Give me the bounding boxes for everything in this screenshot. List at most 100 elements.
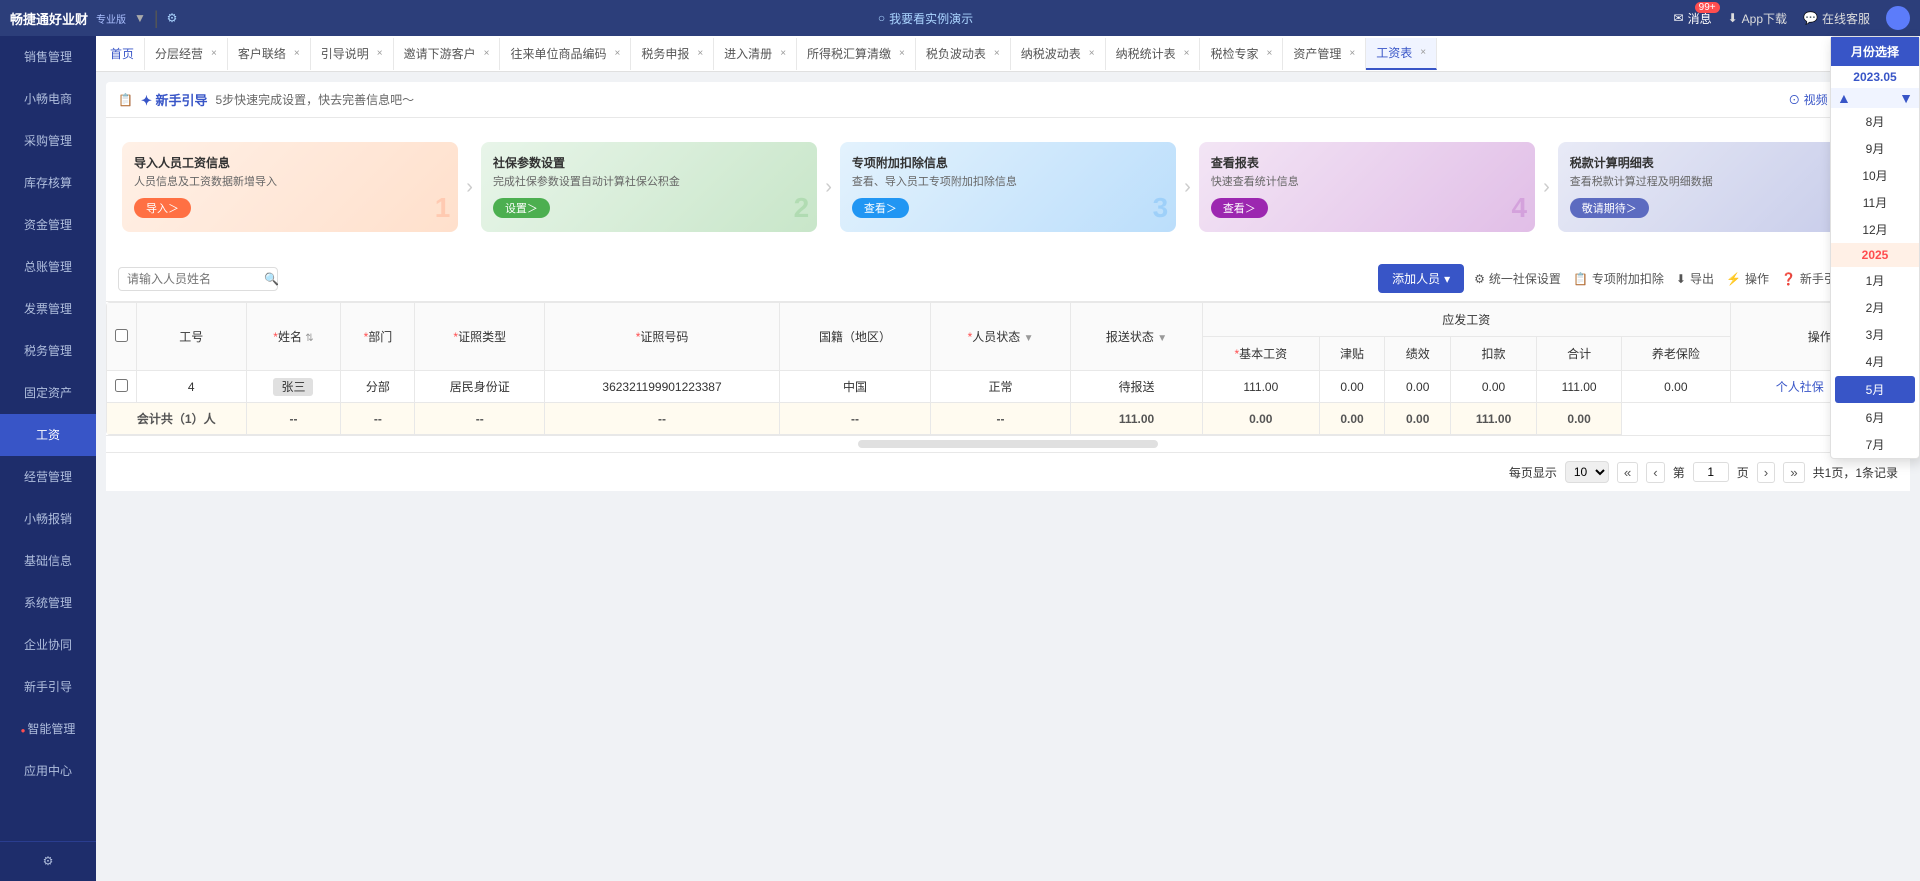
sidebar-item-system[interactable]: 系统管理: [0, 582, 96, 624]
step-btn-1[interactable]: 导入＞: [134, 198, 191, 218]
online-service-button[interactable]: 💬 在线客服: [1803, 10, 1870, 27]
tab-home[interactable]: 首页: [100, 38, 145, 70]
toolbar-action-operation[interactable]: ⚡ 操作: [1726, 270, 1769, 287]
step-btn-4[interactable]: 查看＞: [1211, 198, 1268, 218]
tab-close-icon[interactable]: ×: [294, 48, 300, 59]
page-input[interactable]: [1693, 462, 1729, 482]
page-first-button[interactable]: «: [1617, 462, 1638, 483]
sidebar-item-inventory[interactable]: 库存核算: [0, 162, 96, 204]
sidebar-item-ledger[interactable]: 总账管理: [0, 246, 96, 288]
step-btn-2[interactable]: 设置＞: [493, 198, 550, 218]
month-item-2月[interactable]: 2月: [1831, 294, 1919, 321]
tab-邀请下游客户[interactable]: 邀请下游客户×: [394, 38, 501, 70]
tab-往来单位商品编码[interactable]: 往来单位商品编码×: [500, 38, 631, 70]
tab-close-icon[interactable]: ×: [1420, 47, 1426, 58]
month-item-9月[interactable]: 9月: [1831, 135, 1919, 162]
month-item-2025[interactable]: 2025: [1831, 243, 1919, 267]
toolbar: 🔍 添加人员 ▾ ⚙ 统一社保设置📋 专项附加扣除⬇ 导出⚡ 操作❓ 新手引导↻…: [106, 256, 1910, 302]
demo-button[interactable]: 我要看实例演示: [889, 10, 973, 27]
sidebar-item-funds[interactable]: 资金管理: [0, 204, 96, 246]
add-employee-button[interactable]: 添加人员 ▾: [1378, 264, 1464, 293]
sidebar-item-report[interactable]: 小畅报销: [0, 498, 96, 540]
sidebar-item-assets[interactable]: 固定资产: [0, 372, 96, 414]
sidebar-item-basic[interactable]: 基础信息: [0, 540, 96, 582]
sidebar-item-sales[interactable]: 销售管理: [0, 36, 96, 78]
sidebar-item-tax[interactable]: 税务管理: [0, 330, 96, 372]
tab-close-icon[interactable]: ×: [211, 48, 217, 59]
user-avatar[interactable]: [1886, 6, 1910, 30]
tab-close-icon[interactable]: ×: [614, 48, 620, 59]
per-page-label: 每页显示: [1509, 464, 1557, 481]
tab-close-icon[interactable]: ×: [697, 48, 703, 59]
tab-close-icon[interactable]: ×: [1266, 48, 1272, 59]
step-btn-3[interactable]: 查看＞: [852, 198, 909, 218]
sidebar-item-purchase[interactable]: 采购管理: [0, 120, 96, 162]
sidebar-item-smart[interactable]: ●智能管理: [0, 708, 96, 750]
sidebar-item-operations[interactable]: 经营管理: [0, 456, 96, 498]
month-nav-up[interactable]: ▲: [1837, 90, 1851, 106]
sidebar-item-settings[interactable]: ⚙: [0, 842, 96, 881]
guide-video-button[interactable]: ⊙ 视频: [1788, 91, 1827, 108]
settings-icon[interactable]: ⚙: [167, 11, 178, 25]
sidebar-item-ecommerce[interactable]: 小畅电商: [0, 78, 96, 120]
tab-进入清册[interactable]: 进入清册×: [714, 38, 797, 70]
toolbar-action-export[interactable]: ⬇ 导出: [1676, 270, 1714, 287]
select-all-checkbox[interactable]: [115, 329, 128, 342]
toolbar-action-unified-settings[interactable]: ⚙ 统一社保设置: [1474, 270, 1561, 287]
month-item-1月[interactable]: 1月: [1831, 267, 1919, 294]
tab-close-icon[interactable]: ×: [377, 48, 383, 59]
per-page-select[interactable]: 10 20 50: [1565, 461, 1609, 483]
tab-资产管理[interactable]: 资产管理×: [1283, 38, 1366, 70]
dropdown-arrow[interactable]: ▼: [134, 11, 146, 25]
tab-close-icon[interactable]: ×: [1089, 48, 1095, 59]
tab-close-icon[interactable]: ×: [484, 48, 490, 59]
search-input[interactable]: [118, 267, 278, 291]
sidebar-item-invoice[interactable]: 发票管理: [0, 288, 96, 330]
tab-工资表[interactable]: 工资表×: [1366, 38, 1437, 70]
month-list: 8月9月10月11月12月20251月2月3月4月5月6月7月: [1831, 108, 1919, 458]
month-item-10月[interactable]: 10月: [1831, 162, 1919, 189]
page-last-button[interactable]: »: [1783, 462, 1804, 483]
month-nav-down[interactable]: ▼: [1899, 90, 1913, 106]
tab-close-icon[interactable]: ×: [780, 48, 786, 59]
sort-name-icon[interactable]: ⇅: [305, 333, 313, 344]
notification-button[interactable]: ✉ 消息 99+: [1674, 10, 1712, 27]
sidebar-item-salary[interactable]: 工资: [0, 414, 96, 456]
row-social-insurance-button[interactable]: 个人社保: [1776, 380, 1824, 394]
month-item-4月[interactable]: 4月: [1831, 348, 1919, 375]
tab-close-icon[interactable]: ×: [1184, 48, 1190, 59]
tab-close-icon[interactable]: ×: [1349, 48, 1355, 59]
row-checkbox-0[interactable]: [115, 379, 128, 392]
sidebar-item-apps[interactable]: 应用中心: [0, 750, 96, 792]
tab-纳税统计表[interactable]: 纳税统计表×: [1106, 38, 1201, 70]
page-prev-button[interactable]: ‹: [1646, 462, 1664, 483]
month-item-12月[interactable]: 12月: [1831, 216, 1919, 243]
month-item-3月[interactable]: 3月: [1831, 321, 1919, 348]
tab-纳税波动表[interactable]: 纳税波动表×: [1011, 38, 1106, 70]
month-item-8月[interactable]: 8月: [1831, 108, 1919, 135]
sidebar-item-guide[interactable]: 新手引导: [0, 666, 96, 708]
step-btn-5[interactable]: 敬请期待＞: [1570, 198, 1649, 218]
month-item-7月[interactable]: 7月: [1831, 431, 1919, 458]
tab-close-icon[interactable]: ×: [899, 48, 905, 59]
tab-所得税汇算清缴[interactable]: 所得税汇算清缴×: [797, 38, 916, 70]
tab-客户联络[interactable]: 客户联络×: [228, 38, 311, 70]
app-download-button[interactable]: ⬇ App下载: [1728, 10, 1787, 27]
filter-report-icon[interactable]: ▼: [1157, 333, 1167, 344]
sidebar-item-collab[interactable]: 企业协同: [0, 624, 96, 666]
scroll-thumb[interactable]: [858, 440, 1158, 448]
tab-税负波动表[interactable]: 税负波动表×: [916, 38, 1011, 70]
toolbar-action-special-deduction[interactable]: 📋 专项附加扣除: [1573, 270, 1664, 287]
page-next-button[interactable]: ›: [1757, 462, 1775, 483]
month-item-11月[interactable]: 11月: [1831, 189, 1919, 216]
tab-税务申报[interactable]: 税务申报×: [631, 38, 714, 70]
filter-status-icon[interactable]: ▼: [1024, 333, 1034, 344]
month-item-6月[interactable]: 6月: [1831, 404, 1919, 431]
search-icon[interactable]: 🔍: [264, 272, 279, 286]
tab-引导说明[interactable]: 引导说明×: [311, 38, 394, 70]
tab-分层经营[interactable]: 分层经营×: [145, 38, 228, 70]
month-item-5月[interactable]: 5月: [1835, 376, 1915, 403]
top-bar-left: 畅捷通好业财 专业版 ▼ | ⚙: [10, 8, 177, 29]
tab-close-icon[interactable]: ×: [994, 48, 1000, 59]
tab-税检专家[interactable]: 税检专家×: [1200, 38, 1283, 70]
